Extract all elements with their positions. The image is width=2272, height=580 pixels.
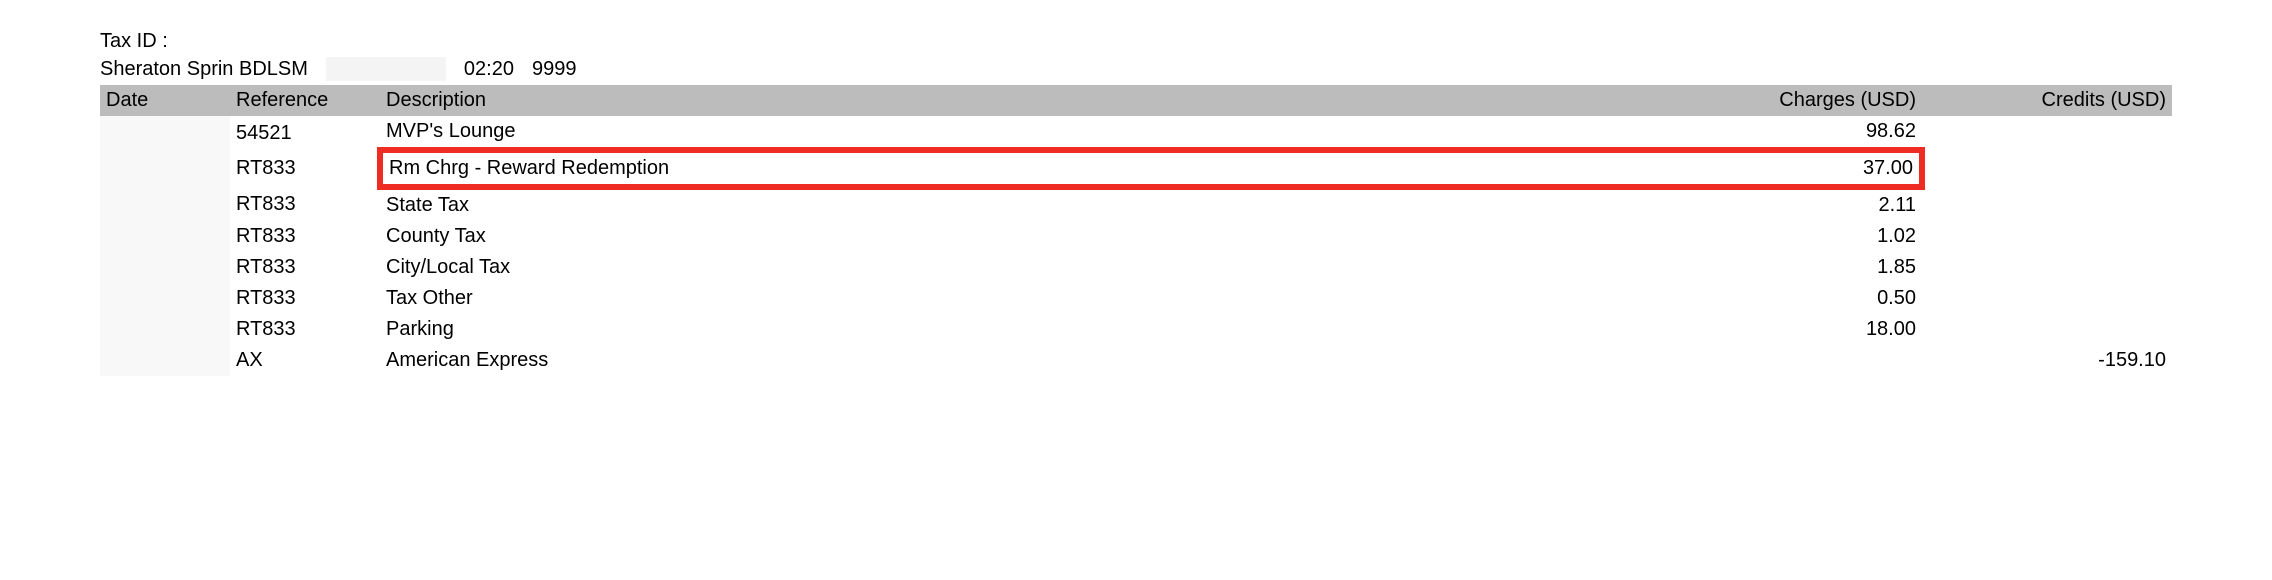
table-row: 54521MVP's Lounge98.62 xyxy=(100,116,2172,150)
cell-credits xyxy=(1922,221,2172,252)
table-row: RT833Rm Chrg - Reward Redemption37.00 xyxy=(100,150,2172,187)
cell-description: City/Local Tax xyxy=(380,252,1672,283)
cell-description: Parking xyxy=(380,314,1672,345)
cell-date xyxy=(100,345,230,376)
cell-charges: 2.11 xyxy=(1672,187,1922,221)
cell-date xyxy=(100,221,230,252)
table-row: RT833Tax Other0.50 xyxy=(100,283,2172,314)
folio-header-row: Date Reference Description Charges (USD)… xyxy=(100,85,2172,116)
cell-credits xyxy=(1922,150,2172,187)
cell-reference: RT833 xyxy=(230,314,380,345)
cell-description: MVP's Lounge xyxy=(380,116,1672,150)
cell-reference: RT833 xyxy=(230,187,380,221)
cell-charges xyxy=(1672,345,1922,376)
cell-date xyxy=(100,150,230,187)
cell-credits xyxy=(1922,314,2172,345)
cell-charges: 37.00 xyxy=(1672,150,1922,187)
cell-credits: -159.10 xyxy=(1922,345,2172,376)
table-row: AXAmerican Express -159.10 xyxy=(100,345,2172,376)
property-info-row: Sheraton Sprin BDLSM 02:20 9999 xyxy=(100,57,2172,81)
cell-reference: RT833 xyxy=(230,252,380,283)
cell-date xyxy=(100,283,230,314)
cell-reference: RT833 xyxy=(230,283,380,314)
col-credits: Credits (USD) xyxy=(1922,85,2172,116)
col-reference: Reference xyxy=(230,85,380,116)
cell-reference: AX xyxy=(230,345,380,376)
cell-date xyxy=(100,252,230,283)
col-description: Description xyxy=(380,85,1672,116)
cell-reference: RT833 xyxy=(230,150,380,187)
property-name: Sheraton Sprin BDLSM xyxy=(100,58,308,81)
cell-date xyxy=(100,116,230,150)
cell-reference: RT833 xyxy=(230,221,380,252)
cell-credits xyxy=(1922,283,2172,314)
cell-charges: 98.62 xyxy=(1672,116,1922,150)
col-charges: Charges (USD) xyxy=(1672,85,1922,116)
cell-description: American Express xyxy=(380,345,1672,376)
table-row: RT833Parking18.00 xyxy=(100,314,2172,345)
cell-description: County Tax xyxy=(380,221,1672,252)
cell-description: Tax Other xyxy=(380,283,1672,314)
cell-date xyxy=(100,187,230,221)
table-row: RT833City/Local Tax1.85 xyxy=(100,252,2172,283)
cell-charges: 18.00 xyxy=(1672,314,1922,345)
cell-reference: 54521 xyxy=(230,116,380,150)
cell-charges: 0.50 xyxy=(1672,283,1922,314)
cell-credits xyxy=(1922,116,2172,150)
folio-table: Date Reference Description Charges (USD)… xyxy=(100,85,2172,376)
cell-credits xyxy=(1922,252,2172,283)
time-stamp: 02:20 xyxy=(464,58,514,81)
cell-charges: 1.85 xyxy=(1672,252,1922,283)
cell-description: Rm Chrg - Reward Redemption xyxy=(380,150,1672,187)
tax-id-line: Tax ID : xyxy=(100,30,2172,53)
cell-charges: 1.02 xyxy=(1672,221,1922,252)
cell-credits xyxy=(1922,187,2172,221)
col-date: Date xyxy=(100,85,230,116)
code-value: 9999 xyxy=(532,58,577,81)
table-row: RT833County Tax1.02 xyxy=(100,221,2172,252)
table-row: RT833State Tax2.11 xyxy=(100,187,2172,221)
cell-description: State Tax xyxy=(380,187,1672,221)
cell-date xyxy=(100,314,230,345)
redacted-block xyxy=(326,57,446,81)
